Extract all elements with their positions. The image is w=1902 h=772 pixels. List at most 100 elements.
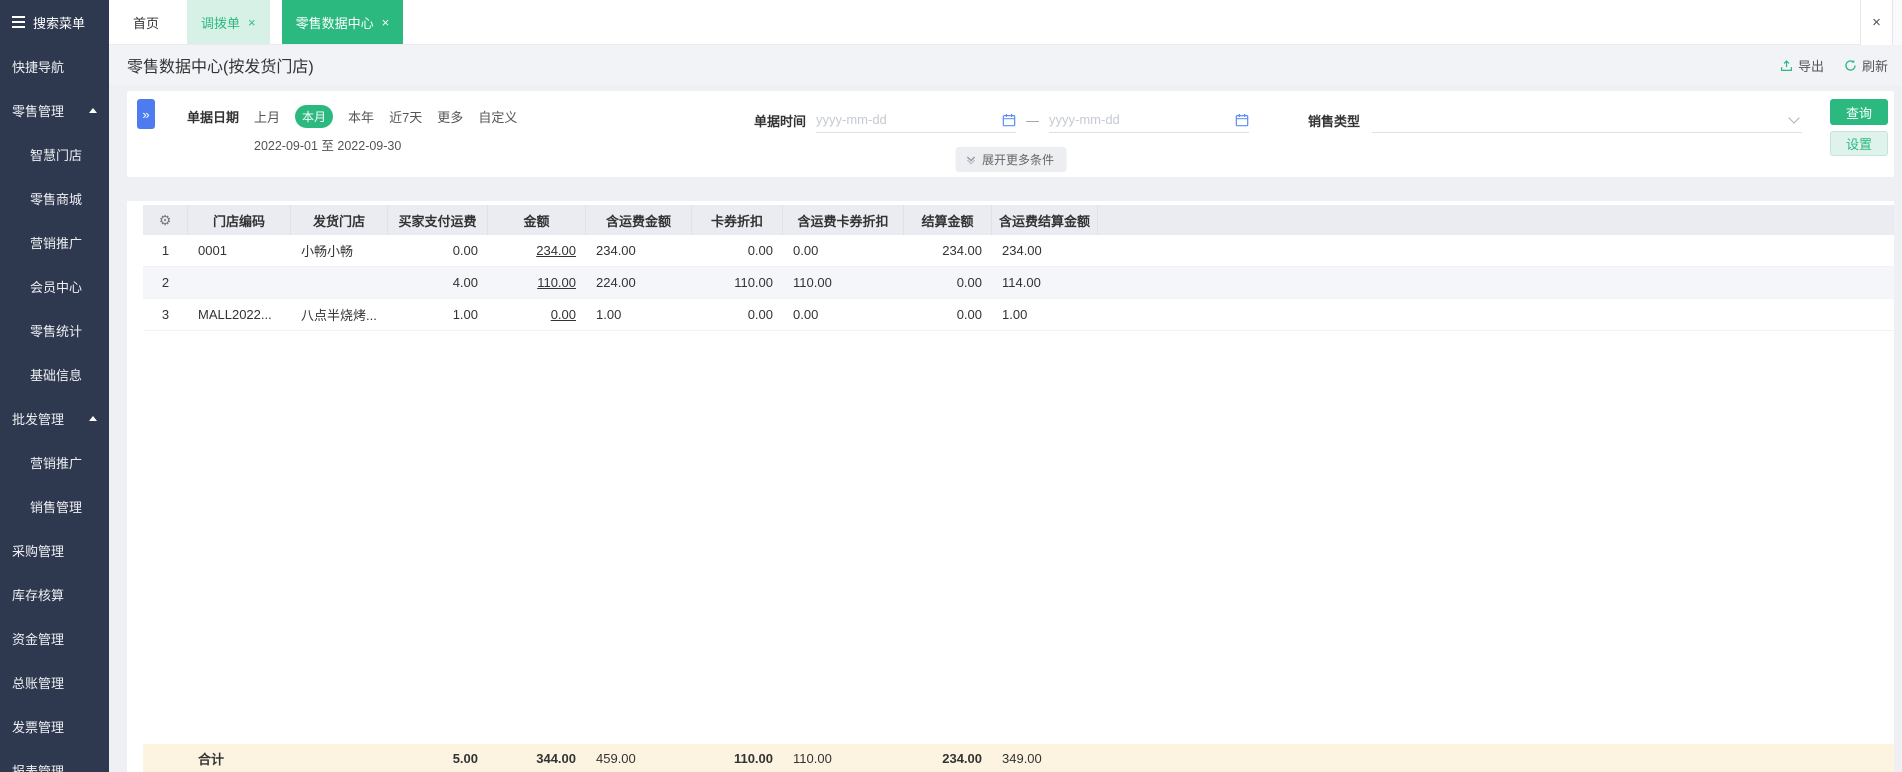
date-separator: —	[1026, 112, 1040, 128]
cell-amount_freight: 224.00	[596, 275, 636, 290]
amount-link[interactable]: 0.00	[551, 307, 576, 322]
tab-item-0[interactable]: 首页	[119, 0, 173, 44]
column-header-coupon[interactable]: 卡券折扣	[692, 205, 783, 235]
sidebar-item-label: 发票管理	[12, 719, 65, 735]
collapse-filter-button[interactable]: »	[137, 99, 155, 129]
sidebar-item-10[interactable]: 销售管理	[0, 484, 109, 528]
sidebar-item-label: 智慧门店	[30, 147, 83, 163]
column-header-coupon_freight[interactable]: 含运费卡券折扣	[783, 205, 904, 235]
export-icon	[1780, 59, 1793, 72]
query-button[interactable]: 查询	[1830, 99, 1888, 125]
sidebar-item-2[interactable]: 智慧门店	[0, 132, 109, 176]
tab-close-icon[interactable]: ×	[382, 16, 390, 29]
cell-settle: 0.00	[956, 275, 982, 290]
date-option-4[interactable]: 更多	[437, 107, 463, 126]
start-date-input[interactable]	[816, 112, 987, 127]
sidebar-item-3[interactable]: 零售商城	[0, 176, 109, 220]
sidebar-item-12[interactable]: 库存核算	[0, 572, 109, 616]
expand-more-label: 展开更多条件	[981, 153, 1055, 167]
date-option-3[interactable]: 近7天	[389, 107, 422, 126]
sidebar-item-label: 营销推广	[30, 235, 83, 251]
sale-type-select[interactable]	[1372, 107, 1803, 133]
sidebar-item-label: 采购管理	[12, 543, 65, 559]
sidebar-item-8[interactable]: 批发管理	[0, 396, 109, 440]
row-number: 1	[161, 243, 170, 258]
title-actions: 导出 刷新	[1780, 56, 1888, 75]
sidebar-item-label: 库存核算	[12, 587, 65, 603]
footer-coupon: 110.00	[733, 750, 773, 766]
column-header-settle_freight[interactable]: 含运费结算金额	[992, 205, 1098, 235]
sidebar-item-14[interactable]: 总账管理	[0, 660, 109, 704]
calendar-icon[interactable]	[1235, 113, 1249, 127]
sidebar-item-label: 总账管理	[12, 675, 65, 691]
sidebar-item-13[interactable]: 资金管理	[0, 616, 109, 660]
export-label: 导出	[1797, 58, 1824, 74]
table-body: 1 0001 小畅小畅 0.00 234.00 234.00 0.00 0.00 234.00 2…	[127, 235, 1894, 331]
date-option-5[interactable]: 自定义	[478, 107, 517, 126]
sidebar-search-menu[interactable]: 搜索菜单	[0, 0, 109, 44]
sidebar-item-11[interactable]: 采购管理	[0, 528, 109, 572]
page-header: 零售数据中心(按发货门店) 导出 刷新	[109, 45, 1902, 85]
page-title: 零售数据中心(按发货门店)	[127, 59, 314, 76]
main-area: 首页 调拨单 × 零售数据中心 × × 零售数据中心(按发货门店) 导出 刷新 »	[109, 0, 1902, 772]
sidebar-item-15[interactable]: 发票管理	[0, 704, 109, 748]
cell-freight: 0.00	[452, 243, 478, 258]
date-option-1[interactable]: 本月	[295, 105, 334, 128]
sidebar-item-7[interactable]: 基础信息	[0, 352, 109, 396]
tab-controls: ×	[1860, 0, 1902, 45]
expand-more-button[interactable]: 展开更多条件	[954, 147, 1067, 172]
footer-freight: 5.00	[452, 750, 478, 766]
sidebar-item-1[interactable]: 零售管理	[0, 88, 109, 132]
sidebar-item-4[interactable]: 营销推广	[0, 220, 109, 264]
column-header-amount_freight[interactable]: 含运费金额	[586, 205, 692, 235]
column-header-code[interactable]: 门店编码	[188, 205, 291, 235]
cell-amount_freight: 1.00	[596, 307, 622, 322]
sidebar-item-label: 快捷导航	[12, 59, 65, 75]
column-header-amount[interactable]: 金额	[488, 205, 586, 235]
date-option-2[interactable]: 本年	[348, 107, 374, 126]
cell-coupon_freight: 0.00	[793, 307, 819, 322]
cell-settle_freight: 234.00	[1002, 243, 1042, 258]
date-option-0[interactable]: 上月	[254, 107, 280, 126]
end-date-input[interactable]	[1049, 112, 1220, 127]
tab-item-2[interactable]: 零售数据中心 ×	[281, 0, 404, 44]
sidebar-item-label: 营销推广	[30, 455, 83, 471]
tab-label: 首页	[133, 15, 160, 31]
date-quick-options: 上月 本月 本年 近7天 更多 自定义	[254, 105, 517, 128]
refresh-button[interactable]: 刷新	[1844, 56, 1888, 75]
amount-link[interactable]: 234.00	[536, 243, 576, 258]
tab-label: 调拨单	[201, 15, 241, 31]
calendar-icon[interactable]	[1002, 113, 1016, 127]
refresh-icon	[1844, 59, 1857, 72]
sidebar-item-5[interactable]: 会员中心	[0, 264, 109, 308]
table-footer-cells: 合计 5.00 344.00 459.00 110.00 110.00 234.00 349.…	[188, 749, 1098, 768]
column-header-store[interactable]: 发货门店	[291, 205, 388, 235]
tab-item-1[interactable]: 调拨单 ×	[187, 0, 270, 44]
start-date-field	[816, 107, 1017, 133]
date-range-text: 2022-09-01 至 2022-09-30	[254, 139, 402, 153]
tab-close-all-button[interactable]: ×	[1860, 0, 1892, 45]
sidebar-item-label: 零售管理	[12, 103, 65, 119]
gear-icon[interactable]: ⚙	[143, 205, 188, 235]
cell-code: MALL2022...	[198, 307, 272, 322]
sidebar-item-0[interactable]: 快捷导航	[0, 44, 109, 88]
settings-button[interactable]: 设置	[1830, 131, 1888, 156]
cell-coupon: 0.00	[747, 307, 773, 322]
cell-coupon_freight: 110.00	[793, 275, 832, 290]
amount-link[interactable]: 110.00	[537, 275, 576, 290]
sidebar-item-9[interactable]: 营销推广	[0, 440, 109, 484]
export-button[interactable]: 导出	[1780, 56, 1824, 75]
cell-amount_freight: 234.00	[596, 243, 636, 258]
sidebar: 搜索菜单 快捷导航 零售管理 智慧门店 零售商城 营销推广 会员中心 零售统计 基础信息 批发管…	[0, 0, 109, 772]
table-row: 3 MALL2022... 八点半烧烤... 1.00 0.00 1.00 0.00 0.00…	[143, 299, 1894, 331]
sidebar-item-16[interactable]: 报表管理	[0, 748, 109, 772]
cell-settle: 0.00	[956, 307, 982, 322]
sidebar-item-label: 基础信息	[30, 367, 83, 383]
filter-actions: 查询 设置	[1830, 99, 1888, 156]
sidebar-item-6[interactable]: 零售统计	[0, 308, 109, 352]
cell-store: 小畅小畅	[301, 244, 354, 259]
footer-coupon_freight: 110.00	[793, 750, 832, 766]
column-header-settle[interactable]: 结算金额	[904, 205, 992, 235]
column-header-freight[interactable]: 买家支付运费	[388, 205, 488, 235]
tab-close-icon[interactable]: ×	[248, 16, 256, 29]
